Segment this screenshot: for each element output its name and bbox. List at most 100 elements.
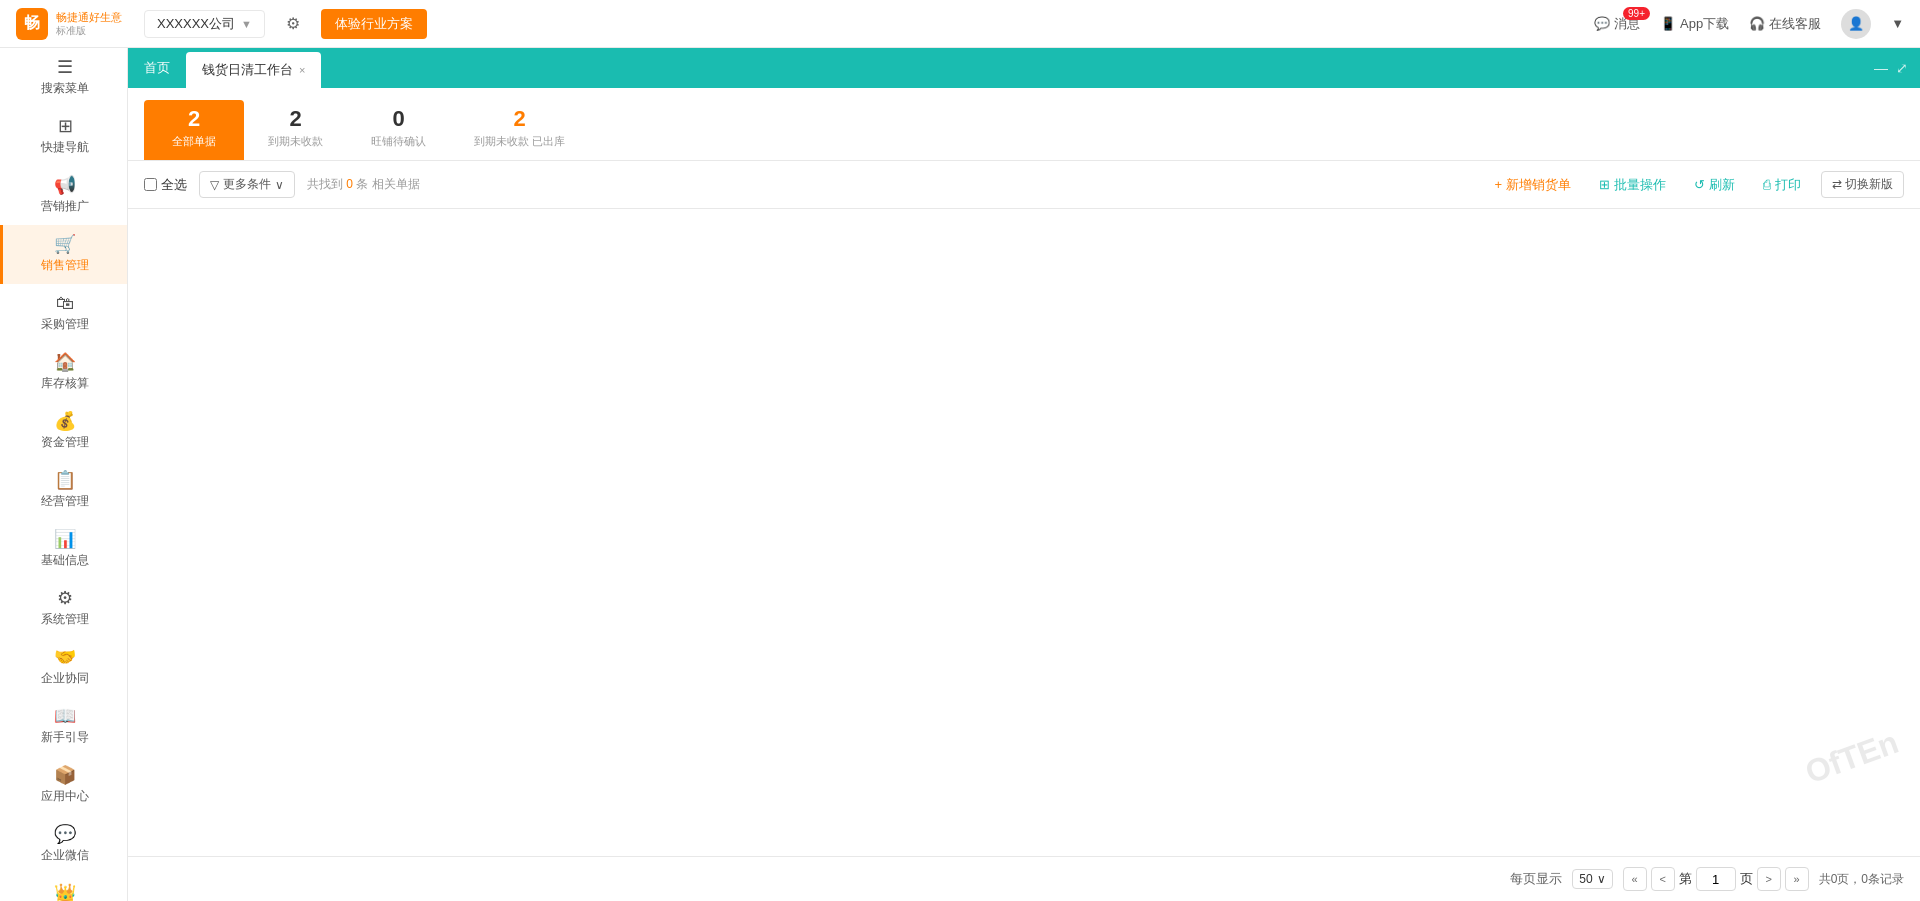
guide-icon: 📖: [54, 707, 76, 725]
appstore-icon: 📦: [54, 766, 76, 784]
sidebar-item-label: 新手引导: [41, 729, 89, 746]
basic-icon: 📊: [54, 530, 76, 548]
sidebar-item-label: 应用中心: [41, 788, 89, 805]
filter-icon: ▽: [210, 178, 219, 192]
first-page-button[interactable]: «: [1623, 867, 1647, 891]
inventory-icon: 🏠: [54, 353, 76, 371]
batch-button[interactable]: ⊞ 批量操作: [1591, 172, 1674, 198]
sidebar: ☰ 搜索菜单 ⊞ 快捷导航 📢 营销推广 🛒 销售管理 🛍 采购管理 🏠 库存核…: [0, 48, 128, 901]
pagination: 每页显示 50 ∨ « < 第 页 > » 共0页，0条记录: [128, 856, 1920, 901]
online-service-button[interactable]: 🎧 在线客服: [1749, 15, 1821, 33]
topbar-right: 💬 消息 99+ 📱 App下载 🎧 在线客服 👤 ▼: [1594, 9, 1904, 39]
found-text: 共找到 0 条 相关单据: [307, 176, 420, 193]
home-tab-label: 首页: [144, 59, 170, 77]
topbar: 畅 畅捷通好生意 标准版 XXXXXX公司 ▼ ⚙ 体验行业方案 💬 消息 99…: [0, 0, 1920, 48]
sidebar-item-weixin[interactable]: 💬 企业微信: [0, 815, 127, 874]
app-download-button[interactable]: 📱 App下载: [1660, 15, 1729, 33]
select-all-input[interactable]: [144, 178, 157, 191]
sidebar-item-search[interactable]: ☰ 搜索菜单: [0, 48, 127, 107]
finance-icon: 💰: [54, 412, 76, 430]
switch-icon: ⇄: [1832, 177, 1842, 191]
sidebar-item-nav[interactable]: ⊞ 快捷导航: [0, 107, 127, 166]
toolbar-right: + 新增销货单 ⊞ 批量操作 ↺ 刷新 ⎙ 打印 ⇄: [1486, 171, 1904, 198]
search-menu-icon: ☰: [57, 58, 73, 76]
nav-icon: ⊞: [58, 117, 73, 135]
found-count: 0: [346, 177, 353, 191]
sidebar-item-label: 销售管理: [41, 257, 89, 274]
sidebar-item-enterprise[interactable]: 🤝 企业协同: [0, 638, 127, 697]
print-button[interactable]: ⎙ 打印: [1755, 172, 1809, 198]
marketing-icon: 📢: [54, 176, 76, 194]
purchase-icon: 🛍: [56, 294, 74, 312]
message-button[interactable]: 💬 消息 99+: [1594, 15, 1640, 33]
page-input[interactable]: [1696, 867, 1736, 891]
user-name[interactable]: ▼: [1891, 16, 1904, 31]
online-service-label: 在线客服: [1769, 15, 1821, 33]
member-icon: 👑: [54, 884, 76, 901]
select-all-checkbox[interactable]: 全选: [144, 176, 187, 194]
sidebar-item-sales[interactable]: 🛒 销售管理: [0, 225, 127, 284]
sidebar-item-system[interactable]: ⚙ 系统管理: [0, 579, 127, 638]
tab-minimize-button[interactable]: —: [1874, 60, 1888, 76]
tab-close-icon[interactable]: ×: [299, 64, 305, 76]
phone-icon: 📱: [1660, 16, 1676, 31]
sidebar-item-label: 营销推广: [41, 198, 89, 215]
sidebar-item-label: 基础信息: [41, 552, 89, 569]
stat-tab-overdue[interactable]: 2 到期未收款: [244, 100, 347, 160]
logo-area: 畅 畅捷通好生意 标准版: [16, 8, 144, 40]
stat-label-shipped: 到期未收款 已出库: [474, 134, 565, 149]
system-icon: ⚙: [57, 589, 73, 607]
stat-label-overdue: 到期未收款: [268, 134, 323, 149]
main-content: 首页 钱货日清工作台 × — ⤢ 2 全部单据 2 到期未收款: [128, 48, 1920, 901]
tab-home[interactable]: 首页: [128, 48, 186, 88]
stat-tab-shipped[interactable]: 2 到期未收款 已出库: [450, 100, 589, 160]
company-selector[interactable]: XXXXXX公司 ▼: [144, 10, 265, 38]
add-order-button[interactable]: + 新增销货单: [1486, 172, 1578, 198]
stat-label-pending: 旺铺待确认: [371, 134, 426, 149]
batch-icon: ⊞: [1599, 177, 1610, 192]
trial-button[interactable]: 体验行业方案: [321, 9, 427, 39]
last-page-button[interactable]: »: [1785, 867, 1809, 891]
weixin-icon: 💬: [54, 825, 76, 843]
sidebar-item-operation[interactable]: 📋 经营管理: [0, 461, 127, 520]
stat-tab-pending[interactable]: 0 旺铺待确认: [347, 100, 450, 160]
settings-button[interactable]: ⚙: [277, 8, 309, 40]
stat-tab-all[interactable]: 2 全部单据: [144, 100, 244, 160]
sidebar-item-purchase[interactable]: 🛍 采购管理: [0, 284, 127, 343]
operation-icon: 📋: [54, 471, 76, 489]
avatar-icon: 👤: [1848, 16, 1864, 31]
tab-expand-button[interactable]: ⤢: [1896, 60, 1908, 76]
sidebar-item-label: 系统管理: [41, 611, 89, 628]
logo-text: 畅捷通好生意 标准版: [56, 10, 122, 37]
sidebar-item-label: 采购管理: [41, 316, 89, 333]
sidebar-item-marketing[interactable]: 📢 营销推广: [0, 166, 127, 225]
company-dropdown-arrow: ▼: [241, 18, 252, 30]
avatar[interactable]: 👤: [1841, 9, 1871, 39]
empty-state: [128, 209, 1920, 856]
filter-button[interactable]: ▽ 更多条件 ∨: [199, 171, 295, 198]
sidebar-item-appstore[interactable]: 📦 应用中心: [0, 756, 127, 815]
company-name: XXXXXX公司: [157, 15, 235, 33]
per-page-arrow: ∨: [1597, 872, 1606, 886]
refresh-icon: ↺: [1694, 177, 1705, 192]
stat-label-all: 全部单据: [168, 134, 220, 149]
prev-page-button[interactable]: <: [1651, 867, 1675, 891]
sidebar-item-label: 资金管理: [41, 434, 89, 451]
stat-num-all: 2: [168, 108, 220, 130]
page-prefix: 第: [1679, 870, 1692, 888]
refresh-button[interactable]: ↺ 刷新: [1686, 172, 1743, 198]
sidebar-item-inventory[interactable]: 🏠 库存核算: [0, 343, 127, 402]
per-page-select[interactable]: 50 ∨: [1572, 869, 1612, 889]
gear-icon: ⚙: [286, 14, 300, 33]
sidebar-item-member[interactable]: 👑 畅会员: [0, 874, 127, 901]
tab-workbench[interactable]: 钱货日清工作台 ×: [186, 52, 321, 88]
next-page-button[interactable]: >: [1757, 867, 1781, 891]
stat-num-shipped: 2: [474, 108, 565, 130]
total-info: 共0页，0条记录: [1819, 871, 1904, 888]
sidebar-item-guide[interactable]: 📖 新手引导: [0, 697, 127, 756]
sidebar-item-basic[interactable]: 📊 基础信息: [0, 520, 127, 579]
switch-version-button[interactable]: ⇄ 切换新版: [1821, 171, 1904, 198]
sales-icon: 🛒: [54, 235, 76, 253]
sidebar-item-finance[interactable]: 💰 资金管理: [0, 402, 127, 461]
filter-arrow: ∨: [275, 178, 284, 192]
